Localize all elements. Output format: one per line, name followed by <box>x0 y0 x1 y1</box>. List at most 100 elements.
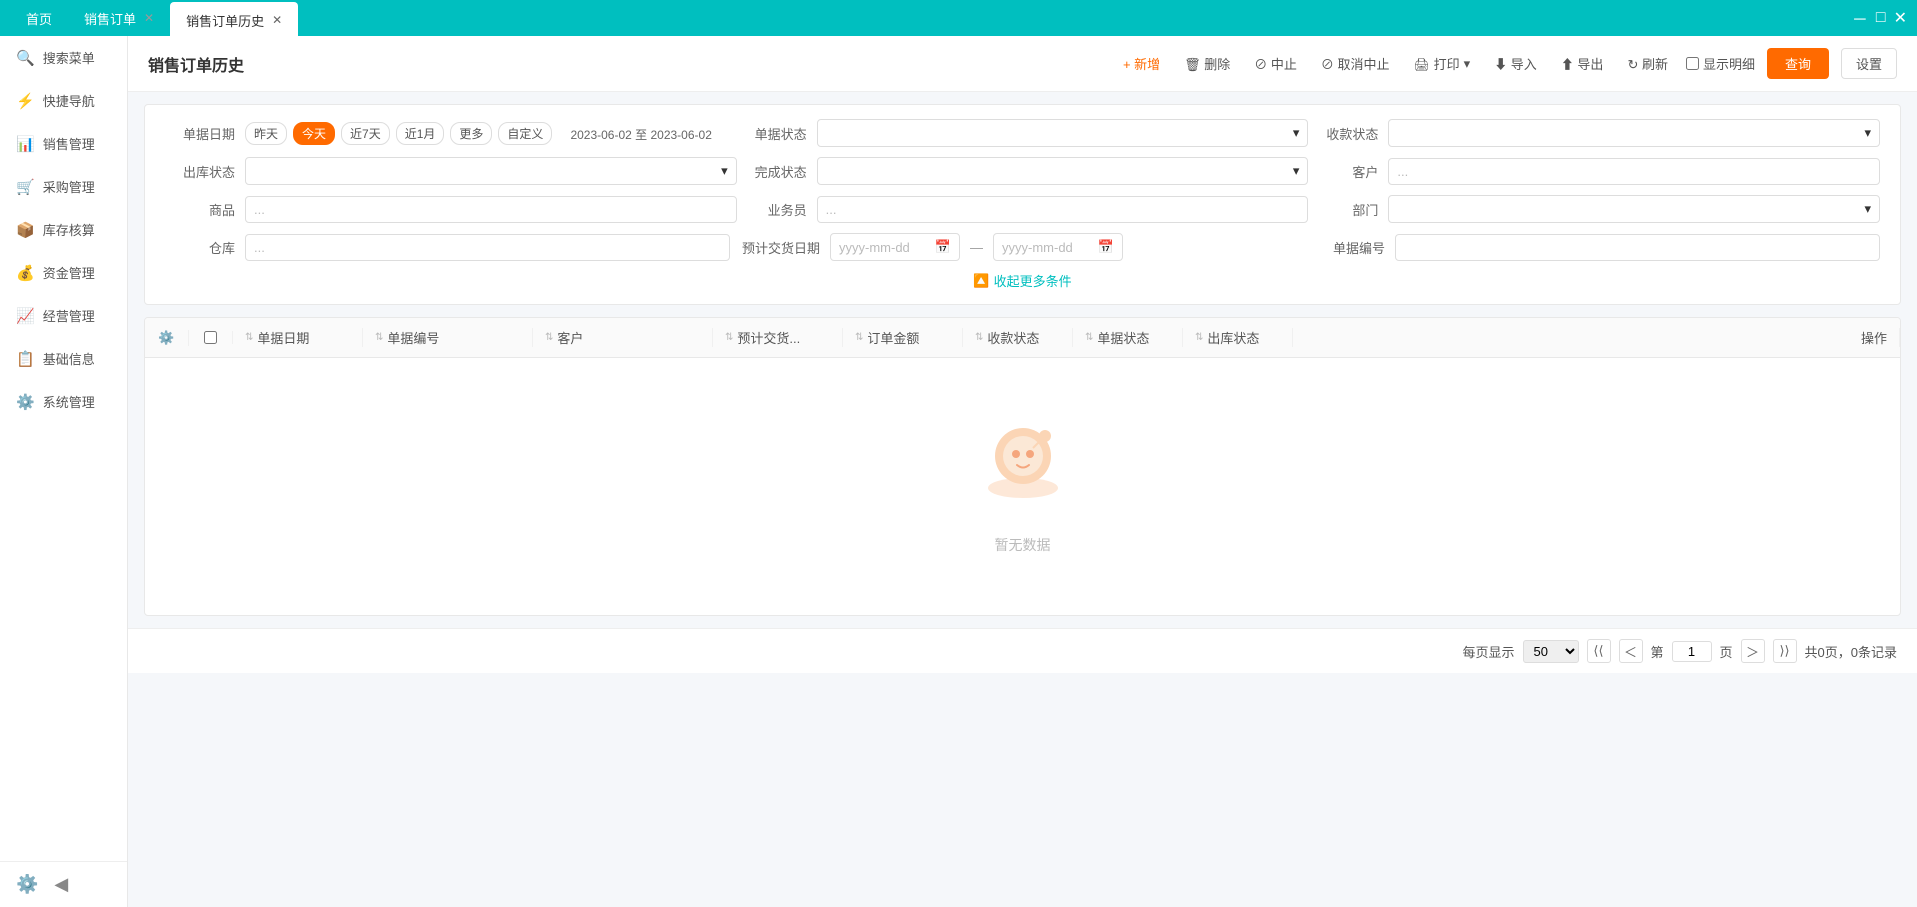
cancel-stop-button[interactable]: ⊘ 取消中止 <box>1315 50 1396 77</box>
customer-input[interactable]: ... <box>1388 158 1880 185</box>
stop-label: ⊘ 中止 <box>1254 54 1297 73</box>
complete-status-chevron: ▾ <box>1293 163 1300 179</box>
pagination-bar: 每页显示 50 10 20 100 ⟨⟨ ＜ 第 页 ＞ ⟩⟩ 共0页，0条记录 <box>128 628 1917 673</box>
select-all-checkbox[interactable] <box>204 331 217 344</box>
next-page-button[interactable]: ＞ <box>1741 639 1765 663</box>
sort-outstatus-icon[interactable]: ⇅ <box>1195 332 1203 343</box>
show-detail-checkbox[interactable] <box>1686 57 1699 70</box>
sidebar-item-operations[interactable]: 📈 经营管理 <box>0 294 127 337</box>
show-detail-label: 显示明细 <box>1703 54 1755 73</box>
show-detail-toggle[interactable]: 显示明细 <box>1686 54 1755 73</box>
receipt-status-select[interactable]: ▾ <box>1388 119 1880 147</box>
delivery-date-end[interactable]: yyyy-mm-dd 📅 <box>993 233 1123 261</box>
stop-button[interactable]: ⊘ 中止 <box>1248 50 1303 77</box>
salesperson-input[interactable]: ... <box>817 196 1309 223</box>
new-button[interactable]: + 新增 <box>1117 50 1166 77</box>
sort-date-icon[interactable]: ⇅ <box>245 332 253 343</box>
prev-page-button[interactable]: ＜ <box>1619 639 1643 663</box>
delivery-date-start[interactable]: yyyy-mm-dd 📅 <box>830 233 960 261</box>
system-icon: ⚙️ <box>16 393 35 411</box>
customer-control: ... <box>1388 158 1880 185</box>
tab-sales-order-close[interactable]: ✕ <box>144 11 154 25</box>
warehouse-input[interactable]: ... <box>245 234 730 261</box>
yesterday-btn[interactable]: 昨天 <box>245 122 287 145</box>
goods-input[interactable]: ... <box>245 196 737 223</box>
tab-home[interactable]: 首页 <box>10 0 68 36</box>
sidebar-item-purchase-label: 采购管理 <box>43 177 95 196</box>
sidebar-item-sales[interactable]: 📊 销售管理 <box>0 122 127 165</box>
maximize-icon[interactable]: □ <box>1876 9 1886 27</box>
delete-button[interactable]: 🗑 删除 <box>1178 50 1236 77</box>
complete-status-select[interactable]: ▾ <box>817 157 1309 185</box>
sidebar-item-purchase[interactable]: 🛒 采购管理 <box>0 165 127 208</box>
th-date-label: 单据日期 <box>257 328 309 347</box>
calendar-end-icon[interactable]: 📅 <box>1098 239 1114 255</box>
empty-state: 暂无数据 <box>145 358 1900 615</box>
collapse-row[interactable]: 🔼 收起更多条件 <box>165 271 1880 290</box>
dept-select[interactable]: ▾ <box>1388 195 1880 223</box>
doc-no-input[interactable] <box>1395 234 1880 261</box>
sort-docstatus-icon[interactable]: ⇅ <box>1085 332 1093 343</box>
out-status-chevron: ▾ <box>721 163 728 179</box>
empty-illustration <box>973 418 1073 525</box>
per-page-label: 每页显示 <box>1462 642 1514 661</box>
empty-text: 暂无数据 <box>995 535 1051 555</box>
today-btn[interactable]: 今天 <box>293 122 335 145</box>
page-header: 销售订单历史 + 新增 🗑 删除 ⊘ 中止 ⊘ 取消中止 🖨 打印 ▾ <box>128 36 1917 92</box>
doc-status-select[interactable]: ▾ <box>817 119 1309 147</box>
print-button[interactable]: 🖨 打印 ▾ <box>1408 50 1477 77</box>
minimize-icon[interactable]: － <box>1852 6 1868 30</box>
basic-info-icon: 📋 <box>16 350 35 368</box>
sidebar-item-finance[interactable]: 💰 资金管理 <box>0 251 127 294</box>
out-status-control: ▾ <box>245 157 737 185</box>
more-btn[interactable]: 更多 <box>450 122 492 145</box>
close-icon[interactable]: ✕ <box>1894 8 1907 28</box>
sidebar: 🔍 搜索菜单 ⚡ 快捷导航 📊 销售管理 🛒 采购管理 📦 库存核算 💰 资金管… <box>0 36 128 907</box>
sort-docno-icon[interactable]: ⇅ <box>375 332 383 343</box>
sidebar-item-search-label: 搜索菜单 <box>43 48 95 67</box>
sidebar-item-finance-label: 资金管理 <box>43 263 95 282</box>
sidebar-item-inventory[interactable]: 📦 库存核算 <box>0 208 127 251</box>
dept-chevron: ▾ <box>1864 201 1871 217</box>
th-settings[interactable]: ⚙️ <box>145 330 189 346</box>
refresh-button[interactable]: ↻ 刷新 <box>1621 50 1674 77</box>
per-page-select[interactable]: 50 10 20 100 <box>1523 640 1579 663</box>
th-customer: ⇅ 客户 <box>533 328 713 347</box>
sidebar-settings-icon[interactable]: ⚙️ <box>16 874 38 895</box>
last-page-button[interactable]: ⟩⟩ <box>1773 639 1797 663</box>
complete-status-label: 完成状态 <box>737 162 817 181</box>
sort-amount-icon[interactable]: ⇅ <box>855 332 863 343</box>
sort-receipt-icon[interactable]: ⇅ <box>975 332 983 343</box>
settings-gear-icon[interactable]: ⚙️ <box>158 330 174 346</box>
tab-sales-order-history-close[interactable]: ✕ <box>272 13 282 27</box>
th-docstatus-label: 单据状态 <box>1097 328 1149 347</box>
import-button[interactable]: ⬇ 导入 <box>1488 50 1543 77</box>
sidebar-collapse-icon[interactable]: ◀ <box>54 874 68 895</box>
sidebar-item-quicknav[interactable]: ⚡ 快捷导航 <box>0 79 127 122</box>
first-page-button[interactable]: ⟨⟨ <box>1587 639 1611 663</box>
delivery-end-value: yyyy-mm-dd <box>1002 240 1073 255</box>
query-button[interactable]: 查询 <box>1767 48 1829 79</box>
th-outstatus-label: 出库状态 <box>1207 328 1259 347</box>
delivery-date-label: 预计交货日期 <box>730 238 830 257</box>
tab-sales-order[interactable]: 销售订单 ✕ <box>68 0 170 36</box>
sidebar-item-inventory-label: 库存核算 <box>43 220 95 239</box>
calendar-start-icon[interactable]: 📅 <box>935 239 951 255</box>
delete-label: 🗑 删除 <box>1184 54 1230 73</box>
sort-delivery-icon[interactable]: ⇅ <box>725 332 733 343</box>
th-customer-label: 客户 <box>557 328 583 347</box>
sort-customer-icon[interactable]: ⇅ <box>545 332 553 343</box>
7days-btn[interactable]: 近7天 <box>341 122 390 145</box>
th-check[interactable] <box>189 331 233 344</box>
sidebar-item-system[interactable]: ⚙️ 系统管理 <box>0 380 127 423</box>
custom-btn[interactable]: 自定义 <box>498 122 552 145</box>
month-btn[interactable]: 近1月 <box>396 122 445 145</box>
sidebar-item-search[interactable]: 🔍 搜索菜单 <box>0 36 127 79</box>
export-button[interactable]: ⬆ 导出 <box>1555 50 1610 77</box>
out-status-select[interactable]: ▾ <box>245 157 737 185</box>
sidebar-item-basic-info[interactable]: 📋 基础信息 <box>0 337 127 380</box>
page-number-input[interactable] <box>1672 641 1712 662</box>
tab-sales-order-history[interactable]: 销售订单历史 ✕ <box>170 2 298 38</box>
setting-button[interactable]: 设置 <box>1841 48 1897 79</box>
sidebar-item-operations-label: 经营管理 <box>43 306 95 325</box>
